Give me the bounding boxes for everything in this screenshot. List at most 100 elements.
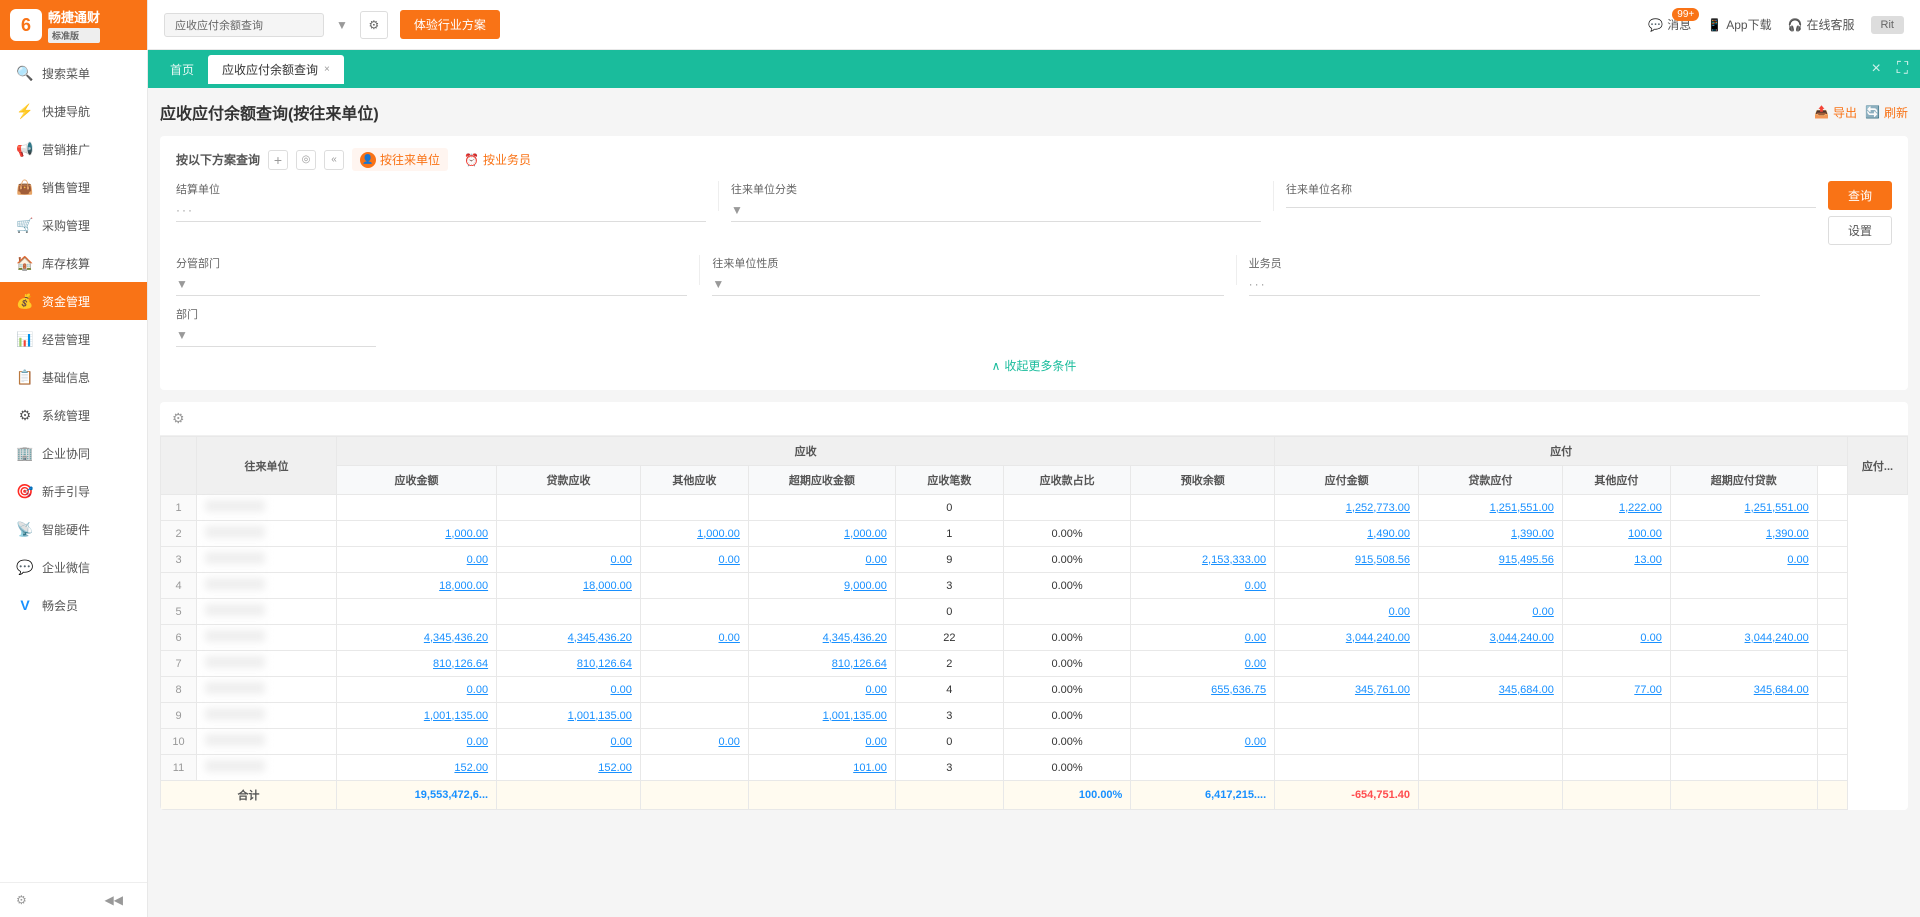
cell-overdue-receivable[interactable]: 0.00 (748, 729, 895, 755)
cell-receivable-amount[interactable]: 810,126.64 (337, 651, 497, 677)
online-service-button[interactable]: 🎧 在线客服 (1788, 16, 1855, 33)
cell-overdue-receivable[interactable]: 0.00 (748, 547, 895, 573)
cell-other-receivable[interactable]: 1,000.00 (640, 521, 748, 547)
cell-prepay-balance[interactable]: 655,636.75 (1131, 677, 1275, 703)
footer-prepay-balance[interactable]: 6,417,215.... (1131, 781, 1275, 810)
tab-expand-button[interactable]: ⛶ (1893, 58, 1912, 80)
cell-receivable-count[interactable]: 22 (895, 625, 1003, 651)
cell-overdue-payable[interactable]: 1,251,551.00 (1670, 495, 1817, 521)
cell-receivable-ratio[interactable]: 0.00% (1003, 651, 1130, 677)
cell-prepay-balance[interactable]: 0.00 (1131, 625, 1275, 651)
cell-other-payable[interactable]: 13.00 (1562, 547, 1670, 573)
cell-loan-receivable[interactable]: 4,345,436.20 (497, 625, 641, 651)
tab-receivable-query[interactable]: 应收应付余额查询 × (208, 55, 344, 84)
partner-category-input[interactable]: ▼ (731, 199, 1261, 222)
cell-loan-receivable[interactable]: 0.00 (497, 547, 641, 573)
topbar-settings-button[interactable]: ⚙ (360, 11, 388, 39)
sidebar-item-inventory[interactable]: 🏠 库存核算 (0, 244, 147, 282)
cell-loan-receivable[interactable]: 810,126.64 (497, 651, 641, 677)
cell-receivable-amount[interactable]: 0.00 (337, 547, 497, 573)
filter-collapse-small-button[interactable]: « (324, 150, 344, 170)
sidebar-settings-icon[interactable]: ⚙ (16, 893, 27, 907)
partner-nature-input[interactable]: ▼ (712, 273, 1223, 296)
cell-receivable-ratio[interactable]: 0.00% (1003, 547, 1130, 573)
sidebar-item-smart-hw[interactable]: 📡 智能硬件 (0, 510, 147, 548)
promo-button[interactable]: 体验行业方案 (400, 10, 500, 39)
message-button[interactable]: 💬 消息 99+ (1648, 16, 1691, 33)
sidebar-item-guide[interactable]: 🎯 新手引导 (0, 472, 147, 510)
cell-receivable-amount[interactable]: 0.00 (337, 677, 497, 703)
cell-receivable-count[interactable]: 0 (895, 599, 1003, 625)
cell-receivable-ratio[interactable]: 0.00% (1003, 703, 1130, 729)
cell-receivable-count[interactable]: 2 (895, 651, 1003, 677)
cell-prepay-balance[interactable]: 0.00 (1131, 651, 1275, 677)
cell-receivable-count[interactable]: 4 (895, 677, 1003, 703)
tab-close-all-button[interactable]: × (1867, 58, 1884, 80)
cell-receivable-amount[interactable]: 1,000.00 (337, 521, 497, 547)
cell-receivable-count[interactable]: 3 (895, 755, 1003, 781)
app-download-button[interactable]: 📱 App下载 (1707, 16, 1771, 33)
tab-close-icon[interactable]: × (324, 64, 330, 75)
cell-receivable-ratio[interactable]: 0.00% (1003, 625, 1130, 651)
cell-receivable-amount[interactable]: 18,000.00 (337, 573, 497, 599)
cell-overdue-payable[interactable]: 345,684.00 (1670, 677, 1817, 703)
cell-loan-payable[interactable]: 915,495.56 (1419, 547, 1563, 573)
cell-loan-payable[interactable]: 1,251,551.00 (1419, 495, 1563, 521)
user-profile[interactable]: Rit (1871, 16, 1904, 34)
cell-overdue-receivable[interactable]: 101.00 (748, 755, 895, 781)
cell-overdue-payable[interactable]: 3,044,240.00 (1670, 625, 1817, 651)
cell-loan-payable[interactable]: 3,044,240.00 (1419, 625, 1563, 651)
cell-other-payable[interactable]: 77.00 (1562, 677, 1670, 703)
scheme-by-partner[interactable]: 👤 按往来单位 (352, 148, 448, 171)
cell-receivable-amount[interactable]: 152.00 (337, 755, 497, 781)
cell-receivable-amount[interactable]: 0.00 (337, 729, 497, 755)
sidebar-item-member[interactable]: V 畅会员 (0, 586, 147, 624)
sidebar-collapse-icon[interactable]: ◀◀ (105, 893, 123, 907)
cell-payable-amount[interactable]: 3,044,240.00 (1275, 625, 1419, 651)
cell-payable-amount[interactable]: 345,761.00 (1275, 677, 1419, 703)
cell-receivable-ratio[interactable]: 0.00% (1003, 521, 1130, 547)
sidebar-item-quick-nav[interactable]: ⚡ 快捷导航 (0, 92, 147, 130)
refresh-button[interactable]: 🔄 刷新 (1865, 104, 1908, 121)
cell-overdue-receivable[interactable]: 1,000.00 (748, 521, 895, 547)
cell-receivable-ratio[interactable]: 0.00% (1003, 573, 1130, 599)
sidebar-item-basic-info[interactable]: 📋 基础信息 (0, 358, 147, 396)
sidebar-item-operations[interactable]: 📊 经营管理 (0, 320, 147, 358)
cell-payable-amount[interactable]: 0.00 (1275, 599, 1419, 625)
cell-loan-receivable[interactable]: 152.00 (497, 755, 641, 781)
topbar-chevron-icon[interactable]: ▼ (336, 18, 348, 32)
cell-other-receivable[interactable]: 0.00 (640, 547, 748, 573)
query-button[interactable]: 查询 (1828, 181, 1892, 210)
collapse-more-button[interactable]: ∧ 收起更多条件 (984, 353, 1085, 378)
cell-loan-receivable[interactable]: 0.00 (497, 677, 641, 703)
cell-receivable-amount[interactable]: 4,345,436.20 (337, 625, 497, 651)
cell-receivable-count[interactable]: 3 (895, 573, 1003, 599)
filter-add-button[interactable]: + (268, 150, 288, 170)
cell-loan-receivable[interactable]: 0.00 (497, 729, 641, 755)
cell-overdue-receivable[interactable]: 4,345,436.20 (748, 625, 895, 651)
sidebar-item-wechat[interactable]: 💬 企业微信 (0, 548, 147, 586)
cell-receivable-count[interactable]: 1 (895, 521, 1003, 547)
sidebar-item-finance[interactable]: 💰 资金管理 (0, 282, 147, 320)
sidebar-item-system[interactable]: ⚙ 系统管理 (0, 396, 147, 434)
sidebar-item-search-menu[interactable]: 🔍 搜索菜单 (0, 54, 147, 92)
cell-overdue-receivable[interactable]: 9,000.00 (748, 573, 895, 599)
sidebar-item-marketing[interactable]: 📢 营销推广 (0, 130, 147, 168)
cell-prepay-balance[interactable]: 0.00 (1131, 573, 1275, 599)
cell-receivable-count[interactable]: 3 (895, 703, 1003, 729)
dept-input[interactable]: ▼ (176, 324, 376, 347)
tab-home[interactable]: 首页 (156, 55, 208, 84)
settings-button[interactable]: 设置 (1828, 216, 1892, 245)
cell-overdue-receivable[interactable]: 0.00 (748, 677, 895, 703)
cell-receivable-count[interactable]: 0 (895, 495, 1003, 521)
footer-payable-amount[interactable]: -654,751.40 (1275, 781, 1419, 810)
cell-prepay-balance[interactable]: 2,153,333.00 (1131, 547, 1275, 573)
footer-receivable-amount[interactable]: 19,553,472,6... (337, 781, 497, 810)
cell-other-payable[interactable]: 0.00 (1562, 625, 1670, 651)
filter-target-button[interactable]: ◎ (296, 150, 316, 170)
dept-manager-input[interactable]: ▼ (176, 273, 687, 296)
cell-other-payable[interactable]: 1,222.00 (1562, 495, 1670, 521)
cell-receivable-ratio[interactable]: 0.00% (1003, 729, 1130, 755)
cell-loan-receivable[interactable]: 18,000.00 (497, 573, 641, 599)
cell-other-receivable[interactable]: 0.00 (640, 729, 748, 755)
